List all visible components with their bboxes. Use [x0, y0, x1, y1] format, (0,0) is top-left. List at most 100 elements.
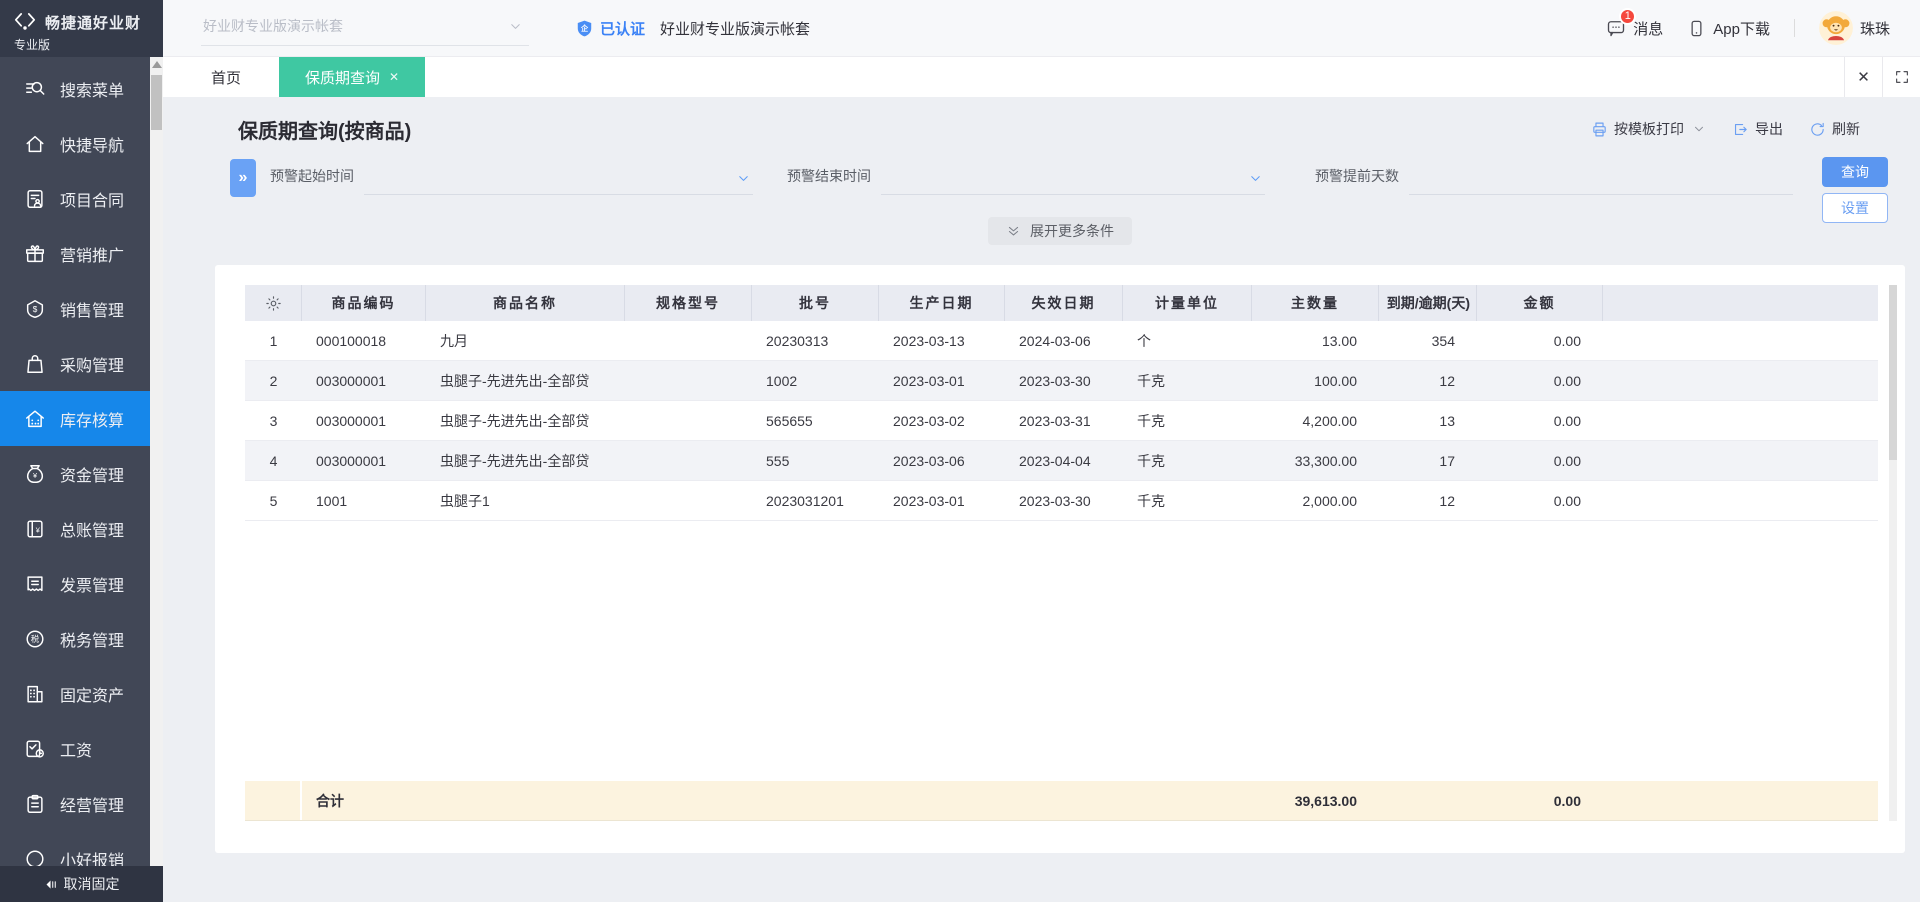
messages-count-badge: 1 — [1619, 7, 1637, 25]
tab-controls: ✕ — [1844, 57, 1920, 97]
account-name: 好业财专业版演示帐套 — [660, 20, 811, 38]
table-cell: 2023-04-04 — [1019, 452, 1091, 469]
table-cell: 九月 — [440, 332, 468, 349]
table-cell: 0.00 — [1553, 332, 1581, 349]
table-scrollbar[interactable] — [1889, 285, 1897, 821]
filter-start-date-input[interactable] — [364, 159, 753, 195]
table-cell: 0.00 — [1553, 412, 1581, 429]
table-row[interactable]: 4 003000001 虫腿子-先进先出-全部贷 555 2023-03-06 2023-… — [245, 441, 1878, 481]
avatar — [1818, 11, 1853, 45]
brand-logo-icon — [12, 9, 38, 35]
expand-more-conditions-button[interactable]: 展开更多条件 — [988, 217, 1132, 245]
print-label: 按模板打印 — [1614, 121, 1684, 137]
query-button[interactable]: 查询 — [1822, 157, 1888, 187]
sidebar-item-funds-mgmt[interactable]: ¥ 资金管理 — [0, 446, 163, 501]
filter-advance-days-input[interactable] — [1409, 159, 1793, 195]
export-icon — [1732, 121, 1749, 138]
print-dropdown-chevron-icon[interactable] — [1692, 122, 1706, 136]
chevron-down-icon — [1248, 171, 1263, 186]
table-cell: 千克 — [1137, 412, 1165, 429]
table-cell: 2023-03-30 — [1019, 372, 1091, 389]
messages-button[interactable]: 消息 1 — [1606, 7, 1663, 39]
content: 保质期查询(按商品) 按模板打印 导出 刷新 » 预警起始时间 预警结束时间 预… — [163, 97, 1920, 902]
ledger-icon: ¥ — [24, 518, 46, 540]
footer-cell — [245, 781, 302, 820]
sidebar-item-purchase-mgmt[interactable]: 采购管理 — [0, 336, 163, 391]
app-logo: 畅捷通好业财 专业版 — [0, 0, 163, 57]
table-row[interactable]: 5 1001 虫腿子1 2023031201 2023-03-01 2023-03-30 千… — [245, 481, 1878, 521]
table-cell: 2,000.00 — [1302, 492, 1358, 509]
footer-cell: 39,613.00 — [1294, 792, 1357, 809]
sidebar-item-payroll[interactable]: 工资 — [0, 721, 163, 776]
tab-close-icon[interactable]: ✕ — [389, 70, 399, 84]
unpin-sidebar-button[interactable]: 取消固定 — [0, 866, 163, 902]
sidebar-item-reimburse[interactable]: 小好报销 — [0, 831, 163, 866]
close-all-tabs-button[interactable]: ✕ — [1844, 57, 1882, 97]
sidebar-item-search-menu[interactable]: 搜索菜单 — [0, 61, 163, 116]
table-row[interactable]: 2 003000001 虫腿子-先进先出-全部贷 1002 2023-03-01 2023… — [245, 361, 1878, 401]
column-header: 商品名称 — [426, 285, 625, 321]
sidebar-item-marketing[interactable]: 营销推广 — [0, 226, 163, 281]
refresh-button[interactable]: 刷新 — [1809, 119, 1860, 139]
circle-icon — [24, 848, 46, 866]
column-settings-header[interactable] — [245, 285, 302, 321]
sidebar-item-invoice-mgmt[interactable]: 发票管理 — [0, 556, 163, 611]
svg-text:$: $ — [33, 305, 38, 314]
topbar-divider — [1793, 19, 1795, 37]
table-cell: 2024-03-06 — [1019, 332, 1091, 349]
table-cell: 2023-03-06 — [893, 452, 965, 469]
settings-button[interactable]: 设置 — [1822, 193, 1888, 223]
table-cell: 13.00 — [1321, 332, 1357, 349]
filter-end-date-input[interactable] — [881, 159, 1265, 195]
table-body: 1 000100018 九月 20230313 2023-03-13 2024-03-06… — [245, 321, 1878, 521]
table-cell: 33,300.00 — [1294, 452, 1357, 469]
scrollbar-thumb[interactable] — [151, 75, 162, 130]
sidebar-item-label: 工资 — [60, 742, 93, 760]
sidebar-scrollbar[interactable] — [150, 57, 163, 866]
gear-icon[interactable] — [265, 295, 282, 312]
sidebar-item-project-contract[interactable]: 项目合同 — [0, 171, 163, 226]
sidebar-item-label: 搜索菜单 — [60, 82, 125, 100]
table-cell: 5 — [269, 492, 278, 509]
table-cell: 20230313 — [766, 332, 829, 349]
fullscreen-icon[interactable] — [1882, 57, 1920, 97]
export-button[interactable]: 导出 — [1732, 119, 1783, 139]
topbar-right: 消息 1 App下载 珠珠 — [1606, 7, 1920, 45]
sidebar-item-operations-mgmt[interactable]: 经营管理 — [0, 776, 163, 831]
scroll-up-icon[interactable] — [151, 61, 162, 68]
table-cell: 12 — [1439, 372, 1455, 389]
sidebar-item-fixed-assets[interactable]: 固定资产 — [0, 666, 163, 721]
print-by-template-button[interactable]: 按模板打印 — [1591, 119, 1706, 139]
column-header: 商品编码 — [302, 285, 426, 321]
expand-filter-panel-button[interactable]: » — [230, 159, 256, 197]
sidebar-item-quick-nav[interactable]: 快捷导航 — [0, 116, 163, 171]
table-scrollbar-thumb[interactable] — [1889, 285, 1897, 460]
tab-home[interactable]: 首页 — [191, 57, 261, 97]
topbar: 好业财专业版演示帐套 企 已认证 好业财专业版演示帐套 消息 1 App下载 珠… — [163, 0, 1920, 57]
sidebar-item-ledger-mgmt[interactable]: ¥ 总账管理 — [0, 501, 163, 556]
column-header: 计量单位 — [1123, 285, 1252, 321]
column-header: 批号 — [752, 285, 879, 321]
table-cell: 2023-03-01 — [893, 492, 965, 509]
filter-start-date: 预警起始时间 — [270, 159, 753, 195]
table-cell: 1 — [269, 332, 278, 349]
footer-total-label: 合计 — [316, 792, 344, 809]
sidebar-item-sales-mgmt[interactable]: $ 销售管理 — [0, 281, 163, 336]
table-cell: 555 — [766, 452, 790, 469]
table-row[interactable]: 1 000100018 九月 20230313 2023-03-13 2024-03-06… — [245, 321, 1878, 361]
table-cell: 0.00 — [1553, 492, 1581, 509]
sidebar-item-label: 库存核算 — [60, 412, 125, 430]
account-select[interactable]: 好业财专业版演示帐套 — [201, 10, 529, 46]
sidebar-item-tax-mgmt[interactable]: 税 税务管理 — [0, 611, 163, 666]
table-row[interactable]: 3 003000001 虫腿子-先进先出-全部贷 565655 2023-03-02 20… — [245, 401, 1878, 441]
sidebar-item-inventory-acct[interactable]: 库存核算 — [0, 391, 163, 446]
app-download-button[interactable]: App下载 — [1687, 18, 1770, 39]
table-cell: 4 — [269, 452, 278, 469]
table-footer-total-row: 合计 39,613.00 0.00 — [245, 781, 1878, 821]
tab-shelf-life-query[interactable]: 保质期查询 ✕ — [279, 57, 425, 97]
user-menu[interactable]: 珠珠 — [1818, 11, 1890, 45]
table-cell: 3 — [269, 412, 278, 429]
search-icon — [24, 78, 46, 100]
table-cell: 虫腿子-先进先出-全部贷 — [440, 452, 590, 469]
inventory-icon — [24, 408, 46, 430]
